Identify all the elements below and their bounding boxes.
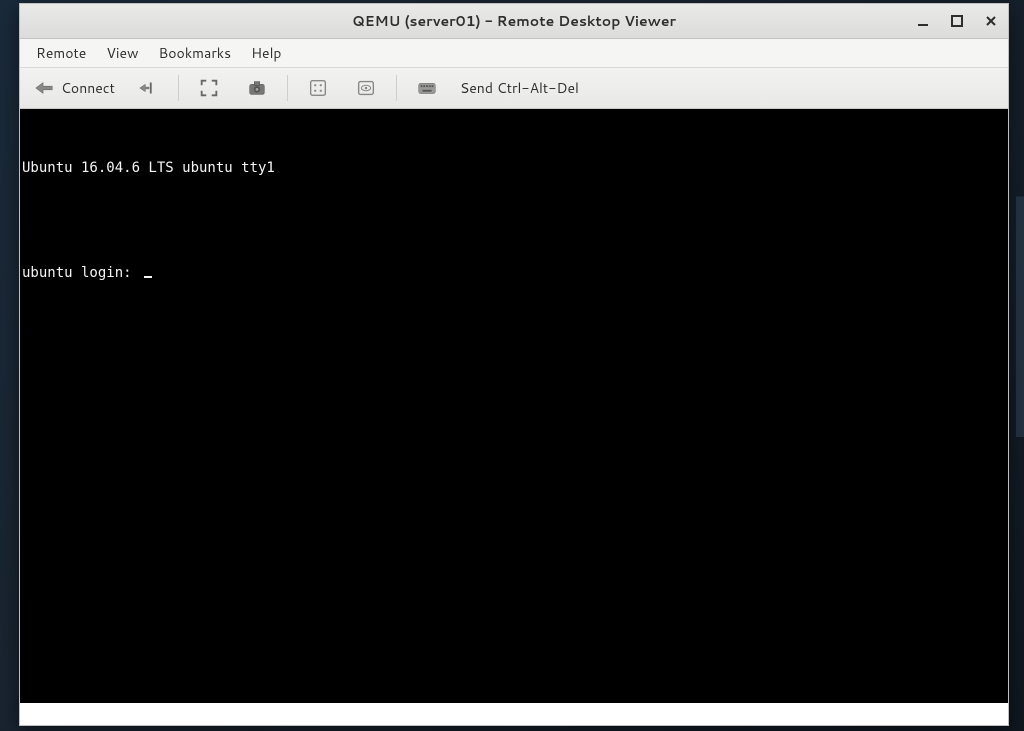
maximize-button[interactable] — [940, 4, 974, 38]
scaling-icon — [307, 77, 329, 99]
connect-button[interactable]: Connect — [26, 72, 122, 104]
disconnect-icon — [137, 77, 159, 99]
keyboard-icon — [416, 77, 438, 99]
app-window: QEMU (server01) - Remote Desktop Viewer … — [19, 3, 1009, 726]
login-prompt-text: ubuntu login: — [22, 265, 140, 281]
titlebar: QEMU (server01) - Remote Desktop Viewer — [20, 4, 1008, 39]
screenshot-button[interactable] — [235, 72, 279, 104]
terminal-login-line: ubuntu login: — [22, 265, 1006, 283]
menubar: Remote View Bookmarks Help — [20, 39, 1008, 68]
window-controls — [906, 4, 1008, 38]
connect-button-label: Connect — [61, 78, 115, 98]
terminal-line: Ubuntu 16.04.6 LTS ubuntu tty1 — [22, 160, 1006, 178]
keyboard-button[interactable] — [405, 72, 449, 104]
toolbar-separator — [287, 75, 288, 101]
remote-display-terminal[interactable]: Ubuntu 16.04.6 LTS ubuntu tty1 ubuntu lo… — [20, 109, 1008, 703]
terminal-cursor — [144, 276, 152, 278]
toolbar-separator — [178, 75, 179, 101]
camera-icon — [246, 77, 268, 99]
menu-remote[interactable]: Remote — [26, 39, 96, 67]
close-button[interactable] — [974, 4, 1008, 38]
disconnect-button[interactable] — [126, 72, 170, 104]
bottom-strip — [20, 703, 1008, 725]
scaling-button[interactable] — [296, 72, 340, 104]
menu-view[interactable]: View — [96, 39, 148, 67]
viewonly-button[interactable] — [344, 72, 388, 104]
minimize-button[interactable] — [906, 4, 940, 38]
close-icon — [984, 14, 998, 28]
desktop-scrollbar-shadow — [1016, 106, 1024, 708]
terminal-line-blank — [22, 213, 1006, 231]
send-ctrl-alt-del-button[interactable]: Send Ctrl-Alt-Del — [453, 72, 586, 104]
window-title: QEMU (server01) - Remote Desktop Viewer — [20, 11, 1008, 31]
send-ctrl-alt-del-label: Send Ctrl-Alt-Del — [460, 78, 579, 98]
menu-bookmarks[interactable]: Bookmarks — [149, 39, 242, 67]
eye-icon — [355, 77, 377, 99]
fullscreen-button[interactable] — [187, 72, 231, 104]
toolbar-separator — [396, 75, 397, 101]
maximize-icon — [950, 14, 964, 28]
toolbar: Connect — [20, 68, 1008, 109]
fullscreen-icon — [198, 77, 220, 99]
menu-help[interactable]: Help — [241, 39, 291, 67]
minimize-icon — [916, 14, 930, 28]
connect-icon — [33, 77, 55, 99]
